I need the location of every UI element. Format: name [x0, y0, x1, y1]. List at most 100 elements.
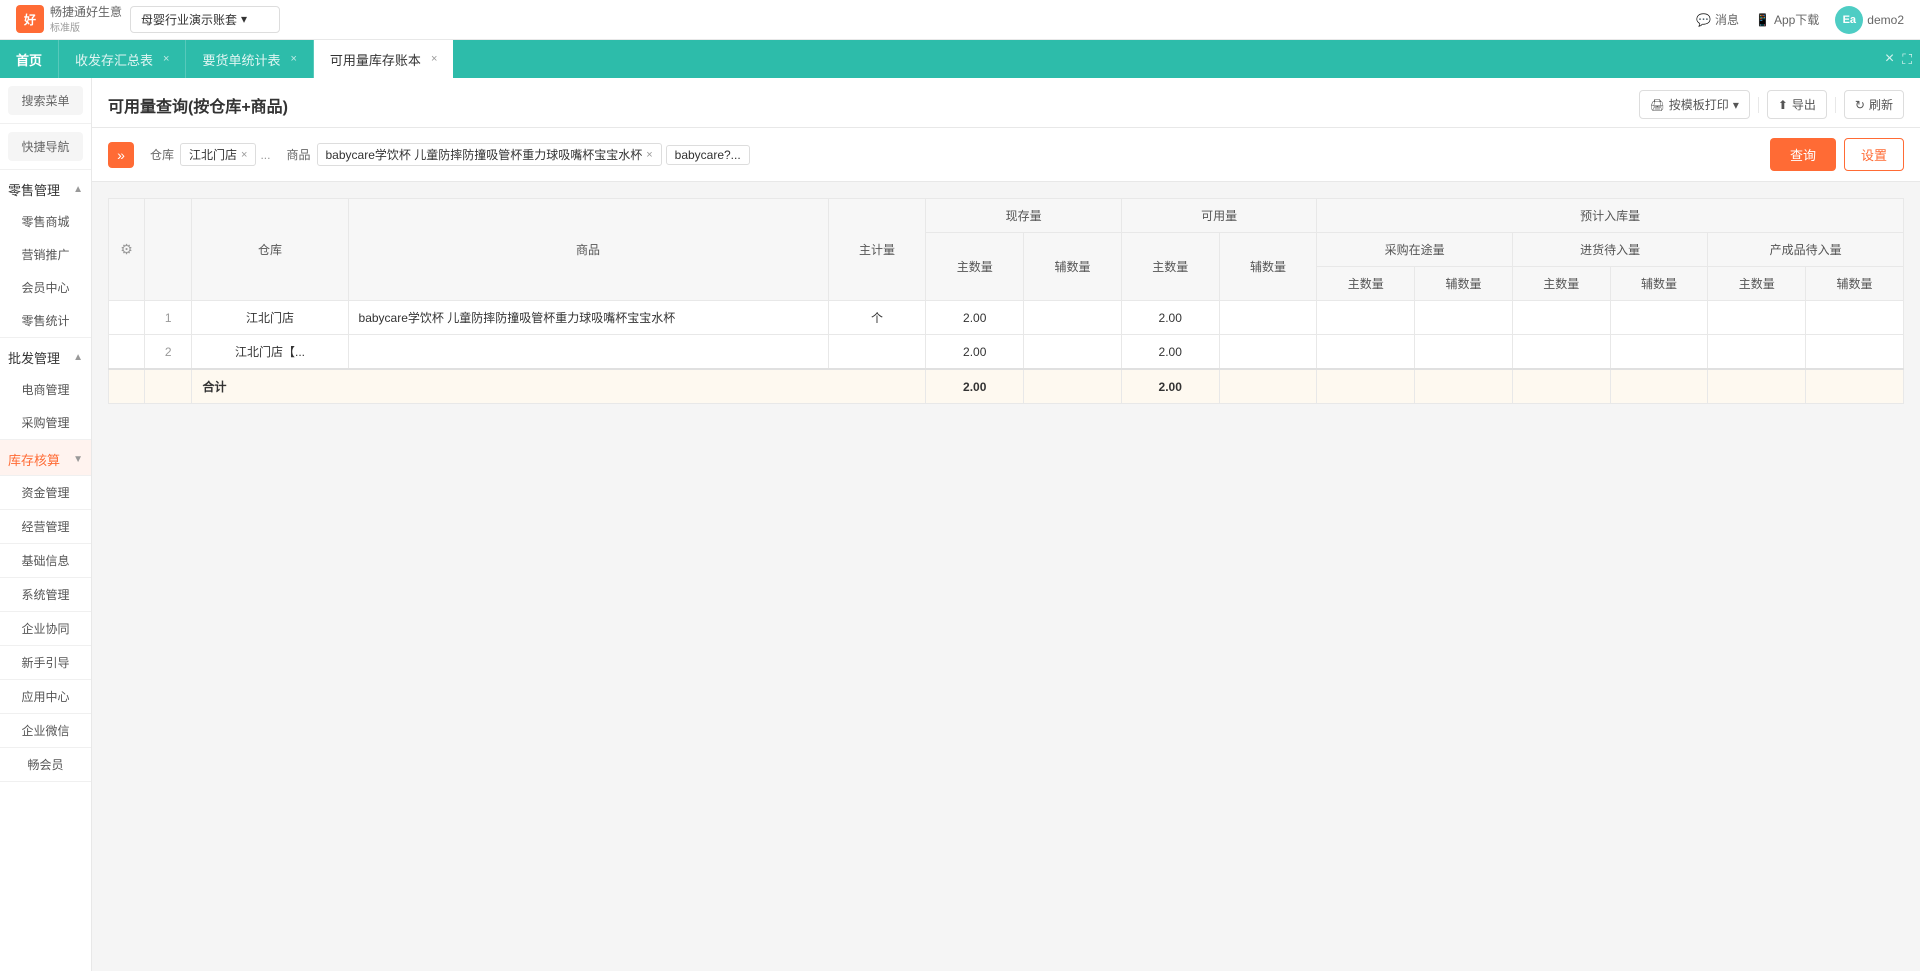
sidebar-group-header-inventory[interactable]: 库存核算 ▼ [0, 440, 91, 475]
th-group-forecast: 预计入库量 [1317, 199, 1904, 233]
settings-btn[interactable]: 设置 [1844, 138, 1904, 171]
th-settings: ⚙ [109, 199, 145, 301]
main-layout: 搜索菜单 快捷导航 零售管理 ▲ 零售商城 营销推广 会员中心 零售统计 批发管… [0, 78, 1920, 971]
nav-tabs-right: × ⛶ [1885, 40, 1920, 78]
app-download-btn[interactable]: 📱 App下载 [1755, 11, 1819, 28]
sidebar-item-wecom[interactable]: 企业微信 [0, 714, 91, 747]
th-index [145, 199, 192, 301]
avatar-text: Ea [1843, 14, 1856, 26]
row-stock-aux [1024, 335, 1122, 370]
warehouse-tag-close[interactable]: × [241, 149, 247, 161]
close-icon[interactable]: × [290, 53, 296, 65]
app-icon: 📱 [1755, 13, 1770, 27]
gear-icon[interactable]: ⚙ [120, 241, 133, 257]
row-prod-aux [1806, 335, 1904, 370]
row-avail-main: 2.00 [1121, 301, 1219, 335]
sidebar-item-marketing[interactable]: 营销推广 [0, 238, 91, 271]
product-tag-2-text: babycare?... [675, 148, 741, 162]
th-pur-main: 主数量 [1317, 267, 1415, 301]
row-pur-main [1317, 335, 1415, 370]
row-in-main [1512, 301, 1610, 335]
th-in-aux: 辅数量 [1610, 267, 1708, 301]
brand-name: 畅捷通好生意 [50, 5, 122, 19]
quick-nav-btn[interactable]: 快捷导航 [8, 132, 83, 161]
sidebar-item-purchase[interactable]: 采购管理 [0, 406, 91, 439]
product-tag-1[interactable]: babycare学饮杯 儿童防摔防撞吸管杯重力球吸嘴杯宝宝水杯 × [317, 143, 662, 166]
print-icon: 🖨 [1650, 98, 1665, 112]
sidebar-item-finance[interactable]: 资金管理 [0, 476, 91, 509]
row-settings [109, 301, 145, 335]
industry-selector[interactable]: 母婴行业演示账套 ▾ [130, 6, 280, 33]
product-tag-2[interactable]: babycare?... [666, 145, 750, 165]
row-unit [828, 335, 926, 370]
export-icon: ⬆ [1778, 98, 1788, 112]
th-pur-aux: 辅数量 [1415, 267, 1513, 301]
sidebar-group-wholesale: 批发管理 ▲ 电商管理 采购管理 [0, 338, 91, 440]
th-group-available: 可用量 [1121, 199, 1317, 233]
template-print-btn[interactable]: 🖨 按模板打印 ▾ [1639, 90, 1750, 119]
table-wrapper[interactable]: ⚙ 仓库 商品 主计量 现存量 可用量 预计入库量 主数量 辅数量 主数量 [92, 182, 1920, 971]
product-tags: babycare学饮杯 儿童防摔防撞吸管杯重力球吸嘴杯宝宝水杯 × babyca… [317, 143, 750, 166]
warehouse-more[interactable]: ... [260, 148, 270, 162]
warehouse-tag[interactable]: 江北门店 × [180, 143, 256, 166]
sidebar-item-ops[interactable]: 经营管理 [0, 510, 91, 543]
row-avail-main: 2.00 [1121, 335, 1219, 370]
row-in-main [1512, 335, 1610, 370]
search-menu-btn[interactable]: 搜索菜单 [8, 86, 83, 115]
top-bar-right: 💬 消息 📱 App下载 Ea demo2 [1696, 6, 1904, 34]
chevron-up-icon: ▲ [73, 352, 83, 363]
divider [1758, 97, 1759, 113]
product-tag-1-close[interactable]: × [646, 149, 652, 161]
row-stock-main: 2.00 [926, 301, 1024, 335]
row-index: 2 [145, 335, 192, 370]
tab-order-stats[interactable]: 要货单统计表 × [186, 40, 313, 78]
sidebar-item-ecommerce[interactable]: 电商管理 [0, 373, 91, 406]
sidebar-item-appstore[interactable]: 应用中心 [0, 680, 91, 713]
table-row: 1 江北门店 babycare学饮杯 儿童防摔防撞吸管杯重力球吸嘴杯宝宝水杯 个… [109, 301, 1904, 335]
summary-prod-aux [1806, 369, 1904, 404]
content-area: 可用量查询(按仓库+商品) 🖨 按模板打印 ▾ ⬆ 导出 ↻ 刷新 [92, 78, 1920, 971]
sidebar-item-basics[interactable]: 基础信息 [0, 544, 91, 577]
nav-close-btn[interactable]: × [1885, 50, 1894, 68]
tab-order-stats-label: 要货单统计表 [202, 50, 280, 69]
close-icon[interactable]: × [431, 53, 437, 65]
summary-prod-main [1708, 369, 1806, 404]
sidebar-item-member[interactable]: 畅会员 [0, 748, 91, 781]
th-prod-aux: 辅数量 [1806, 267, 1904, 301]
nav-expand-btn[interactable]: ⛶ [1902, 51, 1912, 68]
user-area[interactable]: Ea demo2 [1835, 6, 1904, 34]
sidebar-group-header-wholesale[interactable]: 批发管理 ▲ [0, 338, 91, 373]
row-product: babycare学饮杯 儿童防摔防撞吸管杯重力球吸嘴杯宝宝水杯 [348, 301, 828, 335]
th-group-product: 产成品待入量 [1708, 233, 1904, 267]
sidebar-item-members[interactable]: 会员中心 [0, 271, 91, 304]
row-in-aux [1610, 335, 1708, 370]
close-icon[interactable]: × [163, 53, 169, 65]
sidebar-group-wecom: 企业微信 [0, 714, 91, 748]
th-group-purchase: 采购在途量 [1317, 233, 1513, 267]
sidebar-item-retail-mall[interactable]: 零售商城 [0, 205, 91, 238]
app-download-label: App下载 [1774, 11, 1819, 28]
message-btn[interactable]: 💬 消息 [1696, 11, 1739, 28]
tab-receivable[interactable]: 收发存汇总表 × [59, 40, 186, 78]
sidebar-item-retail-stats[interactable]: 零售统计 [0, 304, 91, 337]
sidebar-group-header-retail[interactable]: 零售管理 ▲ [0, 170, 91, 205]
refresh-btn[interactable]: ↻ 刷新 [1844, 90, 1904, 119]
sidebar-item-system[interactable]: 系统管理 [0, 578, 91, 611]
user-name: demo2 [1867, 13, 1904, 27]
query-btn[interactable]: 查询 [1770, 138, 1836, 171]
row-avail-aux [1219, 335, 1317, 370]
sidebar-item-enterprise[interactable]: 企业协同 [0, 612, 91, 645]
expand-filter-btn[interactable]: » [108, 142, 134, 168]
row-stock-aux [1024, 301, 1122, 335]
tab-home[interactable]: 首页 [0, 40, 59, 78]
sidebar-item-newbie[interactable]: 新手引导 [0, 646, 91, 679]
summary-stock-aux [1024, 369, 1122, 404]
export-btn[interactable]: ⬆ 导出 [1767, 90, 1827, 119]
logo-area: 好 畅捷通好生意 标准版 [16, 5, 122, 34]
tab-available-stock[interactable]: 可用量库存账本 × [314, 40, 453, 78]
chevron-up-icon: ▲ [73, 184, 83, 195]
summary-avail-main: 2.00 [1121, 369, 1219, 404]
refresh-icon: ↻ [1855, 98, 1865, 112]
summary-stock-main: 2.00 [926, 369, 1024, 404]
industry-label: 母婴行业演示账套 [141, 11, 237, 28]
